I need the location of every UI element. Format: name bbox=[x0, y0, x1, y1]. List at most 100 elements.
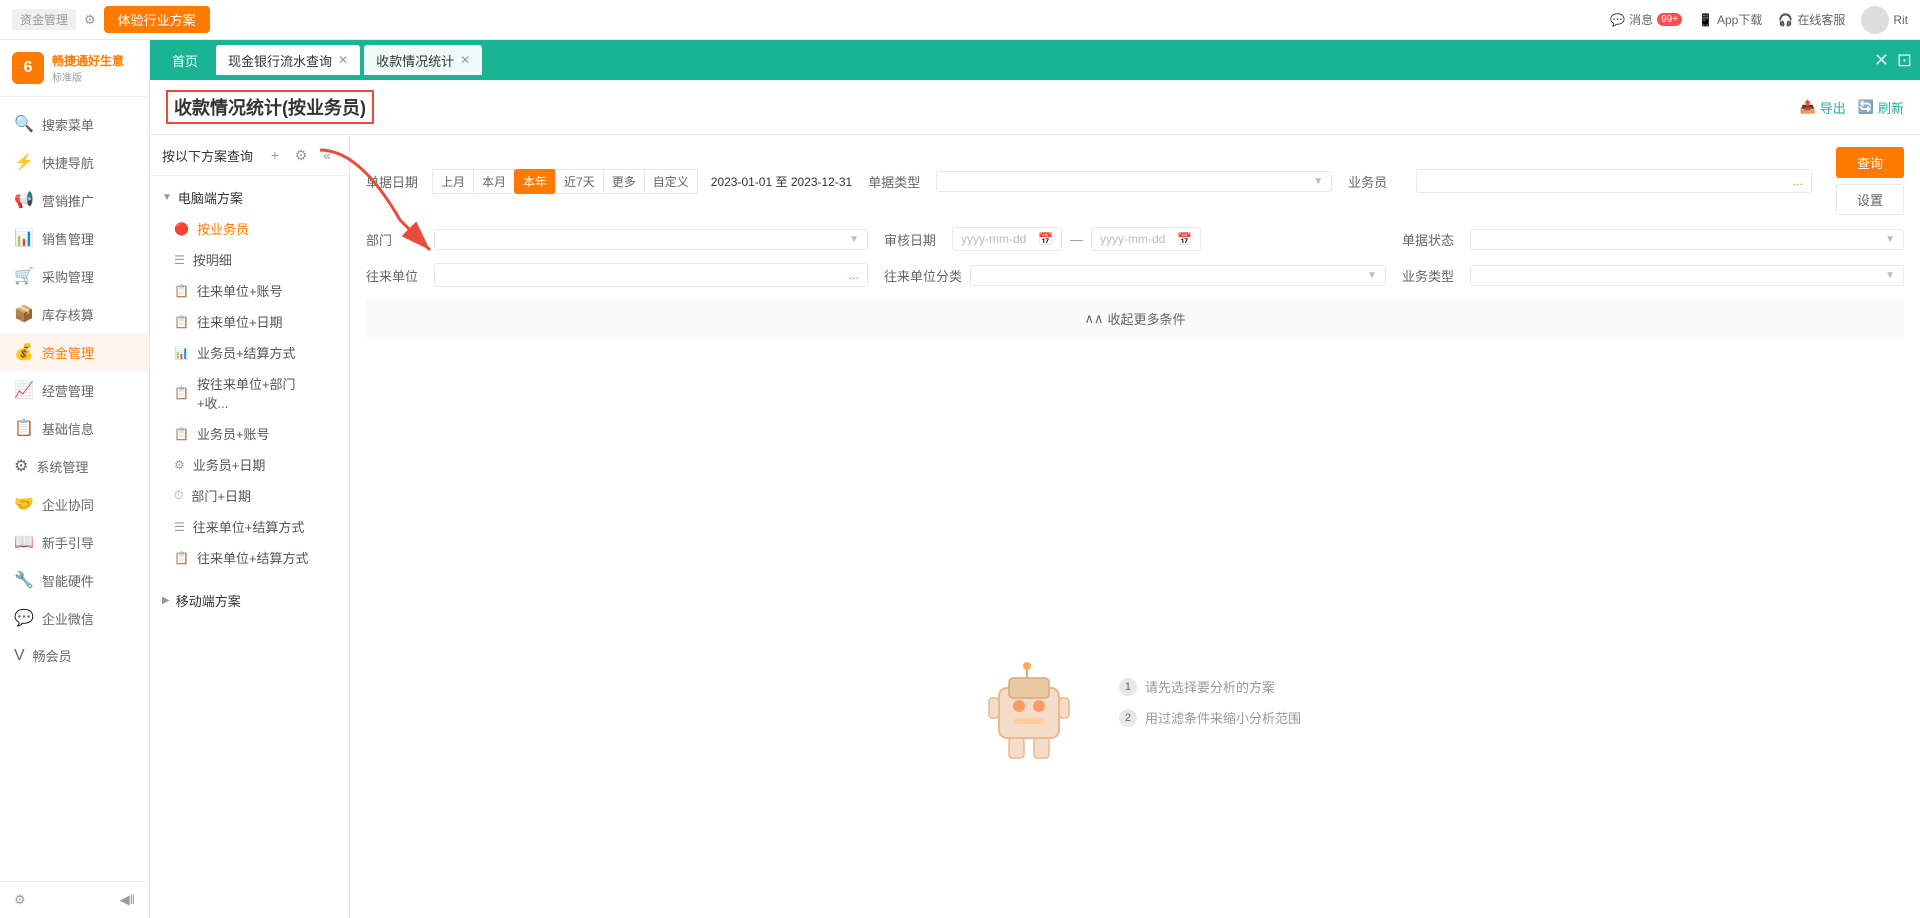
scheme-add-btn[interactable]: + bbox=[265, 145, 285, 165]
system-icon: ⚙ bbox=[14, 456, 28, 476]
scheme-panel-icons: + ⚙ « bbox=[265, 145, 337, 165]
filter-group-counterpart-cat: 往来单位分类 ▼ bbox=[884, 265, 1386, 286]
tab-bank-flow[interactable]: 现金银行流水查询 ✕ bbox=[216, 45, 360, 75]
sidebar-item-guide[interactable]: 📖 新手引导 bbox=[0, 523, 149, 561]
user-info[interactable]: Rit bbox=[1861, 6, 1908, 34]
scheme-item-detail[interactable]: ☰ 按明细 bbox=[150, 244, 349, 275]
scheme-item-by-salesperson[interactable]: 🔴 按业务员 bbox=[150, 213, 349, 244]
app-download-btn[interactable]: 📱 App下载 bbox=[1698, 11, 1762, 28]
collab-icon: 🤝 bbox=[14, 494, 34, 514]
tab-home[interactable]: 首页 bbox=[158, 40, 212, 80]
export-btn[interactable]: 📤 导出 bbox=[1800, 98, 1846, 117]
sidebar-item-hardware[interactable]: 🔧 智能硬件 bbox=[0, 561, 149, 599]
sidebar-item-collab[interactable]: 🤝 企业协同 bbox=[0, 485, 149, 523]
message-btn[interactable]: 💬 消息 99+ bbox=[1610, 11, 1682, 28]
empty-tip-2: 2 用过滤条件来缩小分析范围 bbox=[1119, 708, 1301, 727]
dept-arrow-icon: ▼ bbox=[849, 234, 859, 245]
counterpart-more-btn[interactable]: ... bbox=[849, 268, 859, 282]
biz-type-select[interactable]: ▼ bbox=[1470, 265, 1904, 286]
sidebar-item-basic[interactable]: 📋 基础信息 bbox=[0, 409, 149, 447]
date-tab-this-year[interactable]: 本年 bbox=[514, 169, 556, 194]
sidebar-item-search[interactable]: 🔍 搜索菜单 bbox=[0, 105, 149, 143]
tab-bank-flow-label: 现金银行流水查询 bbox=[228, 51, 332, 70]
date-tab-last-month[interactable]: 上月 bbox=[432, 169, 474, 194]
download-icon: 📱 bbox=[1698, 13, 1713, 27]
guide-icon: 📖 bbox=[14, 532, 34, 552]
scheme-item-unit-settle2[interactable]: 📋 往来单位+结算方式 bbox=[150, 542, 349, 573]
sidebar-collapse-btn[interactable]: ◀‖ bbox=[120, 892, 135, 908]
sidebar-item-system[interactable]: ⚙ 系统管理 bbox=[0, 447, 149, 485]
scheme-item-unit-settle1[interactable]: ☰ 往来单位+结算方式 bbox=[150, 511, 349, 542]
tab-maximize-btn[interactable]: ⊡ bbox=[1897, 50, 1912, 71]
sidebar-item-member[interactable]: V 畅会员 bbox=[0, 637, 149, 674]
scheme-item-unit-dept-collect[interactable]: 📋 按往来单位+部门+收... bbox=[150, 368, 349, 418]
sidebar-item-finance[interactable]: 💰 资金管理 bbox=[0, 333, 149, 371]
scheme-item-icon: 📋 bbox=[174, 315, 189, 329]
sidebar-item-operations[interactable]: 📈 经营管理 bbox=[0, 371, 149, 409]
tab-bank-flow-close[interactable]: ✕ bbox=[338, 53, 348, 67]
review-date-to-value: yyyy-mm-dd bbox=[1100, 232, 1165, 246]
scheme-desktop-group-header[interactable]: ▼ 电脑端方案 bbox=[150, 182, 349, 213]
query-buttons: 查询 设置 bbox=[1828, 147, 1904, 215]
salesperson-more-btn[interactable]: ... bbox=[1793, 174, 1803, 188]
scheme-item-unit-account[interactable]: 📋 往来单位+账号 bbox=[150, 275, 349, 306]
settings-btn[interactable]: 设置 bbox=[1836, 184, 1904, 215]
sidebar-item-shortcut[interactable]: ⚡ 快捷导航 bbox=[0, 143, 149, 181]
sidebar-nav: 🔍 搜索菜单 ⚡ 快捷导航 📢 营销推广 📊 销售管理 🛒 采购管理 📦 bbox=[0, 97, 149, 881]
voucher-status-select[interactable]: ▼ bbox=[1470, 229, 1904, 250]
empty-tips: 1 请先选择要分析的方案 2 用过滤条件来缩小分析范围 bbox=[1119, 677, 1301, 739]
online-service-btn[interactable]: 🎧 在线客服 bbox=[1778, 11, 1845, 28]
query-btn[interactable]: 查询 bbox=[1836, 147, 1904, 178]
scheme-item-unit-date[interactable]: 📋 往来单位+日期 bbox=[150, 306, 349, 337]
user-avatar bbox=[1861, 6, 1889, 34]
scheme-item-salesperson-account[interactable]: 📋 业务员+账号 bbox=[150, 418, 349, 449]
sidebar-item-inventory[interactable]: 📦 库存核算 bbox=[0, 295, 149, 333]
counterpart-select[interactable]: ... bbox=[434, 263, 868, 287]
filter-group-dept: 部门 ▼ bbox=[366, 229, 868, 250]
dept-select[interactable]: ▼ bbox=[434, 229, 868, 250]
scheme-item-label: 往来单位+结算方式 bbox=[197, 548, 309, 567]
scheme-item-icon: 📋 bbox=[174, 284, 189, 298]
scheme-item-icon: ☰ bbox=[174, 520, 185, 534]
refresh-icon: 🔄 bbox=[1858, 99, 1874, 115]
date-tab-7days[interactable]: 近7天 bbox=[555, 169, 604, 194]
collapse-label: 收起更多条件 bbox=[1108, 309, 1186, 328]
review-date-label: 审核日期 bbox=[884, 230, 944, 249]
collapse-bar[interactable]: ∧∧ 收起更多条件 bbox=[366, 299, 1904, 338]
header-settings-icon[interactable]: ⚙ bbox=[84, 12, 96, 28]
scheme-mobile-group-header[interactable]: ▶ 移动端方案 bbox=[150, 585, 349, 616]
tab-receipt-stats-close[interactable]: ✕ bbox=[460, 53, 470, 67]
scheme-settings-btn[interactable]: ⚙ bbox=[291, 145, 311, 165]
scheme-desktop-group: ▼ 电脑端方案 🔴 按业务员 ☰ 按明细 📋 往来单位+账号 bbox=[150, 176, 349, 579]
review-date-to-input[interactable]: yyyy-mm-dd 📅 bbox=[1091, 227, 1201, 251]
date-tab-custom[interactable]: 自定义 bbox=[644, 169, 698, 194]
scheme-item-salesperson-settle[interactable]: 📊 业务员+结算方式 bbox=[150, 337, 349, 368]
date-tab-more[interactable]: 更多 bbox=[603, 169, 645, 194]
tip-text-1: 请先选择要分析的方案 bbox=[1145, 677, 1275, 696]
empty-tip-1: 1 请先选择要分析的方案 bbox=[1119, 677, 1301, 696]
page-title: 收款情况统计(按业务员) bbox=[166, 90, 374, 124]
layout: 6 畅捷通好生意 标准版 🔍 搜索菜单 ⚡ 快捷导航 📢 营销推广 📊 销 bbox=[0, 40, 1920, 918]
sidebar-item-sales[interactable]: 📊 销售管理 bbox=[0, 219, 149, 257]
trial-btn[interactable]: 体验行业方案 bbox=[104, 6, 210, 33]
counterpart-cat-select[interactable]: ▼ bbox=[970, 265, 1386, 286]
scheme-item-salesperson-date[interactable]: ⚙ 业务员+日期 bbox=[150, 449, 349, 480]
sidebar-item-purchase[interactable]: 🛒 采购管理 bbox=[0, 257, 149, 295]
scheme-collapse-btn[interactable]: « bbox=[317, 145, 337, 165]
sidebar-item-wechat[interactable]: 💬 企业微信 bbox=[0, 599, 149, 637]
tab-receipt-stats[interactable]: 收款情况统计 ✕ bbox=[364, 45, 482, 75]
tab-close-all-btn[interactable]: ✕ bbox=[1874, 50, 1889, 71]
tab-receipt-stats-label: 收款情况统计 bbox=[376, 51, 454, 70]
sidebar-item-label: 资金管理 bbox=[42, 343, 94, 362]
review-date-from-input[interactable]: yyyy-mm-dd 📅 bbox=[952, 227, 1062, 251]
salesperson-select[interactable]: ... bbox=[1416, 169, 1812, 193]
voucher-type-select[interactable]: ▼ bbox=[936, 171, 1332, 192]
scheme-item-dept-date[interactable]: ⏱ 部门+日期 bbox=[150, 480, 349, 511]
sidebar-footer-settings-icon[interactable]: ⚙ bbox=[14, 892, 26, 908]
refresh-btn[interactable]: 🔄 刷新 bbox=[1858, 98, 1904, 117]
scheme-item-icon: 📋 bbox=[174, 427, 189, 441]
sidebar-item-marketing[interactable]: 📢 营销推广 bbox=[0, 181, 149, 219]
date-tab-this-month[interactable]: 本月 bbox=[473, 169, 515, 194]
tab-bar: 首页 现金银行流水查询 ✕ 收款情况统计 ✕ ✕ ⊡ bbox=[150, 40, 1920, 80]
biz-type-arrow-icon: ▼ bbox=[1885, 270, 1895, 281]
